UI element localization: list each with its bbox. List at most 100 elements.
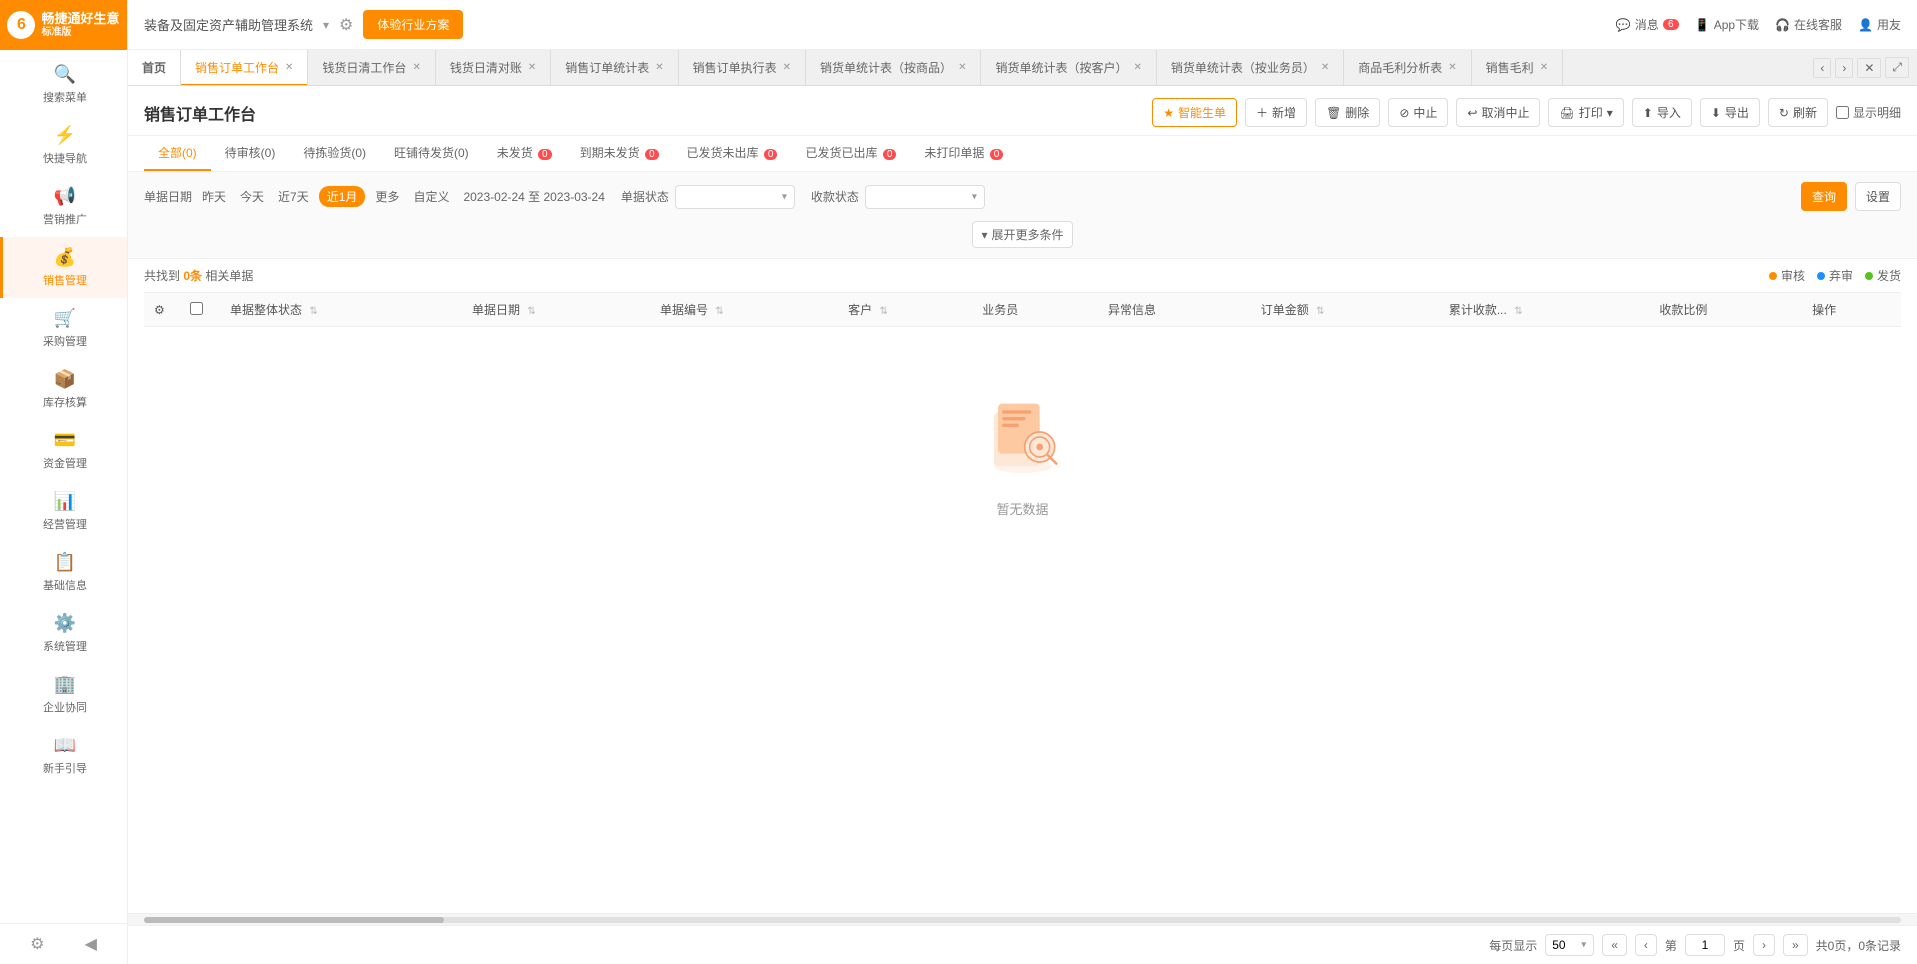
filter-tab-pending-check[interactable]: 待拣验货(0) (289, 136, 380, 171)
user-menu-btn[interactable]: 👤 用友 (1858, 16, 1901, 33)
date-opt-today[interactable]: 今天 (236, 186, 268, 207)
cancel-stop-btn[interactable]: ↩ 取消中止 (1456, 98, 1540, 127)
tab-sales-order-close[interactable]: ✕ (285, 62, 293, 73)
app-download-btn[interactable]: 📱 App下载 (1695, 16, 1759, 33)
filter-tab-expired[interactable]: 到期未发货 0 (566, 136, 673, 171)
search-btn[interactable]: 查询 (1801, 182, 1847, 211)
filter-tab-shipped-not-out[interactable]: 已发货未出库 0 (673, 136, 792, 171)
sidebar-item-inventory[interactable]: 📦 库存核算 (0, 359, 127, 420)
tab-sales-stat-close[interactable]: ✕ (655, 62, 663, 73)
tab-sales-exec[interactable]: 销售订单执行表 ✕ (679, 50, 806, 86)
sidebar-item-search[interactable]: 🔍 搜索菜单 (0, 54, 127, 115)
sort-date-icon[interactable]: ⇅ (527, 306, 535, 317)
last-page-btn[interactable]: » (1783, 934, 1808, 956)
sort-amount-icon[interactable]: ⇅ (1316, 306, 1324, 317)
tab-sales-stat-customer-close[interactable]: ✕ (1133, 62, 1141, 73)
tab-sales-stat-staff-close[interactable]: ✕ (1321, 62, 1329, 73)
tab-sales-stat-customer[interactable]: 销货单统计表（按客户） ✕ (981, 50, 1156, 86)
tab-sales-stat-product-label: 销货单统计表（按商品） (820, 59, 952, 76)
tab-sales-stat-product-close[interactable]: ✕ (958, 62, 966, 73)
tab-sales-more[interactable]: 销售毛利 ✕ (1472, 50, 1563, 86)
prev-page-btn[interactable]: ‹ (1635, 934, 1657, 956)
gear-icon[interactable]: ⚙ (154, 303, 165, 317)
expand-more-btn[interactable]: ▾ 展开更多条件 (972, 221, 1072, 248)
sort-collected-icon[interactable]: ⇅ (1514, 306, 1522, 317)
settings-filter-btn[interactable]: 设置 (1855, 182, 1901, 211)
header-gear-icon[interactable]: ⚙ (339, 15, 353, 35)
first-page-btn[interactable]: « (1602, 934, 1627, 956)
tab-cash-daily-close[interactable]: ✕ (412, 62, 420, 73)
sidebar-item-system[interactable]: ⚙️ 系统管理 (0, 603, 127, 664)
add-btn[interactable]: ＋ 新增 (1245, 98, 1307, 127)
filter-tab-all[interactable]: 全部(0) (144, 136, 211, 171)
tab-sales-order[interactable]: 销售订单工作台 ✕ (181, 50, 308, 86)
sidebar-item-guide[interactable]: 📖 新手引导 (0, 725, 127, 786)
tab-home[interactable]: 首页 (128, 50, 181, 86)
system-dropdown-btn[interactable]: ▾ (323, 18, 329, 32)
date-opt-7days[interactable]: 近7天 (274, 186, 313, 207)
filter-tab-not-printed[interactable]: 未打印单据 0 (910, 136, 1017, 171)
smart-generate-btn[interactable]: ★ 智能生单 (1152, 98, 1237, 127)
tab-sales-stat-product[interactable]: 销货单统计表（按商品） ✕ (806, 50, 981, 86)
filter-tab-wangpu[interactable]: 旺铺待发货(0) (380, 136, 483, 171)
sidebar-item-purchase[interactable]: 🛒 采购管理 (0, 298, 127, 359)
tab-maximize[interactable]: ⤢ (1885, 57, 1909, 78)
date-opt-more[interactable]: 更多 (371, 186, 403, 207)
tab-product-margin[interactable]: 商品毛利分析表 ✕ (1344, 50, 1471, 86)
page-input[interactable] (1685, 934, 1725, 956)
tab-sales-exec-close[interactable]: ✕ (783, 62, 791, 73)
tab-nav-prev[interactable]: ‹ (1813, 58, 1831, 78)
export-btn[interactable]: ⬇ 导出 (1700, 98, 1760, 127)
sort-customer-icon[interactable]: ⇅ (879, 306, 887, 317)
sidebar-item-marketing[interactable]: 📢 营销推广 (0, 176, 127, 237)
sidebar-item-operations[interactable]: 📊 经营管理 (0, 481, 127, 542)
sidebar-item-basic-info[interactable]: 📋 基础信息 (0, 542, 127, 603)
refresh-btn[interactable]: ↻ 刷新 (1768, 98, 1828, 127)
review-action[interactable]: 审核 (1769, 267, 1805, 284)
import-btn[interactable]: ⬆ 导入 (1632, 98, 1692, 127)
ship-action[interactable]: 发货 (1865, 267, 1901, 284)
tab-sales-stat-staff[interactable]: 销货单统计表（按业务员） ✕ (1157, 50, 1344, 86)
sidebar-item-enterprise[interactable]: 🏢 企业协同 (0, 664, 127, 725)
message-btn[interactable]: 💬 消息 6 (1616, 16, 1679, 33)
summary-text: 共找到 0条 相关单据 (144, 267, 253, 284)
sidebar-settings-btn[interactable]: ⚙ (30, 934, 44, 954)
filter-tab-not-shipped-label: 未发货 (497, 146, 533, 160)
filter-tab-shipped-out[interactable]: 已发货已出库 0 (791, 136, 910, 171)
filter-tab-pending-review[interactable]: 待审核(0) (211, 136, 290, 171)
sort-status-icon[interactable]: ⇅ (309, 306, 317, 317)
tab-sales-more-close[interactable]: ✕ (1540, 62, 1548, 73)
status-select[interactable] (675, 185, 795, 209)
sidebar-item-finance[interactable]: 💳 资金管理 (0, 420, 127, 481)
sidebar-item-quicknav[interactable]: ⚡ 快捷导航 (0, 115, 127, 176)
sidebar-collapse-btn[interactable]: ◀ (85, 934, 97, 954)
sort-number-icon[interactable]: ⇅ (715, 306, 723, 317)
tab-cash-account[interactable]: 钱货日清对账 ✕ (436, 50, 551, 86)
sidebar-item-sales[interactable]: 💰 销售管理 (0, 237, 127, 298)
tab-close-all[interactable]: ✕ (1857, 58, 1881, 78)
tab-nav-next[interactable]: › (1835, 58, 1853, 78)
tab-cash-daily[interactable]: 钱货日清工作台 ✕ (308, 50, 435, 86)
date-opt-yesterday[interactable]: 昨天 (198, 186, 230, 207)
payment-select[interactable] (865, 185, 985, 209)
next-page-btn[interactable]: › (1753, 934, 1775, 956)
online-service-btn[interactable]: 🎧 在线客服 (1775, 16, 1842, 33)
show-detail-input[interactable] (1836, 106, 1849, 119)
scrollbar-area[interactable] (128, 913, 1917, 925)
tab-sales-stat[interactable]: 销售订单统计表 ✕ (551, 50, 678, 86)
tab-product-margin-close[interactable]: ✕ (1448, 62, 1456, 73)
filter-tab-not-shipped[interactable]: 未发货 0 (483, 136, 566, 171)
show-detail-checkbox[interactable]: 显示明细 (1836, 104, 1901, 121)
tab-cash-account-close[interactable]: ✕ (528, 62, 536, 73)
per-page-select[interactable]: 10 20 50 100 (1545, 934, 1594, 956)
delete-btn[interactable]: 🗑 删除 (1315, 98, 1380, 127)
unaudit-action[interactable]: 弃审 (1817, 267, 1853, 284)
scrollbar-track[interactable] (144, 917, 1901, 923)
date-opt-1month[interactable]: 近1月 (319, 186, 366, 207)
print-btn[interactable]: 🖨 打印 ▾ (1548, 98, 1623, 127)
stop-btn[interactable]: ⊘ 中止 (1388, 98, 1448, 127)
select-all-checkbox[interactable] (190, 302, 203, 315)
experience-btn[interactable]: 体验行业方案 (363, 10, 463, 39)
scrollbar-thumb[interactable] (144, 917, 444, 923)
date-opt-custom[interactable]: 自定义 (409, 186, 453, 207)
